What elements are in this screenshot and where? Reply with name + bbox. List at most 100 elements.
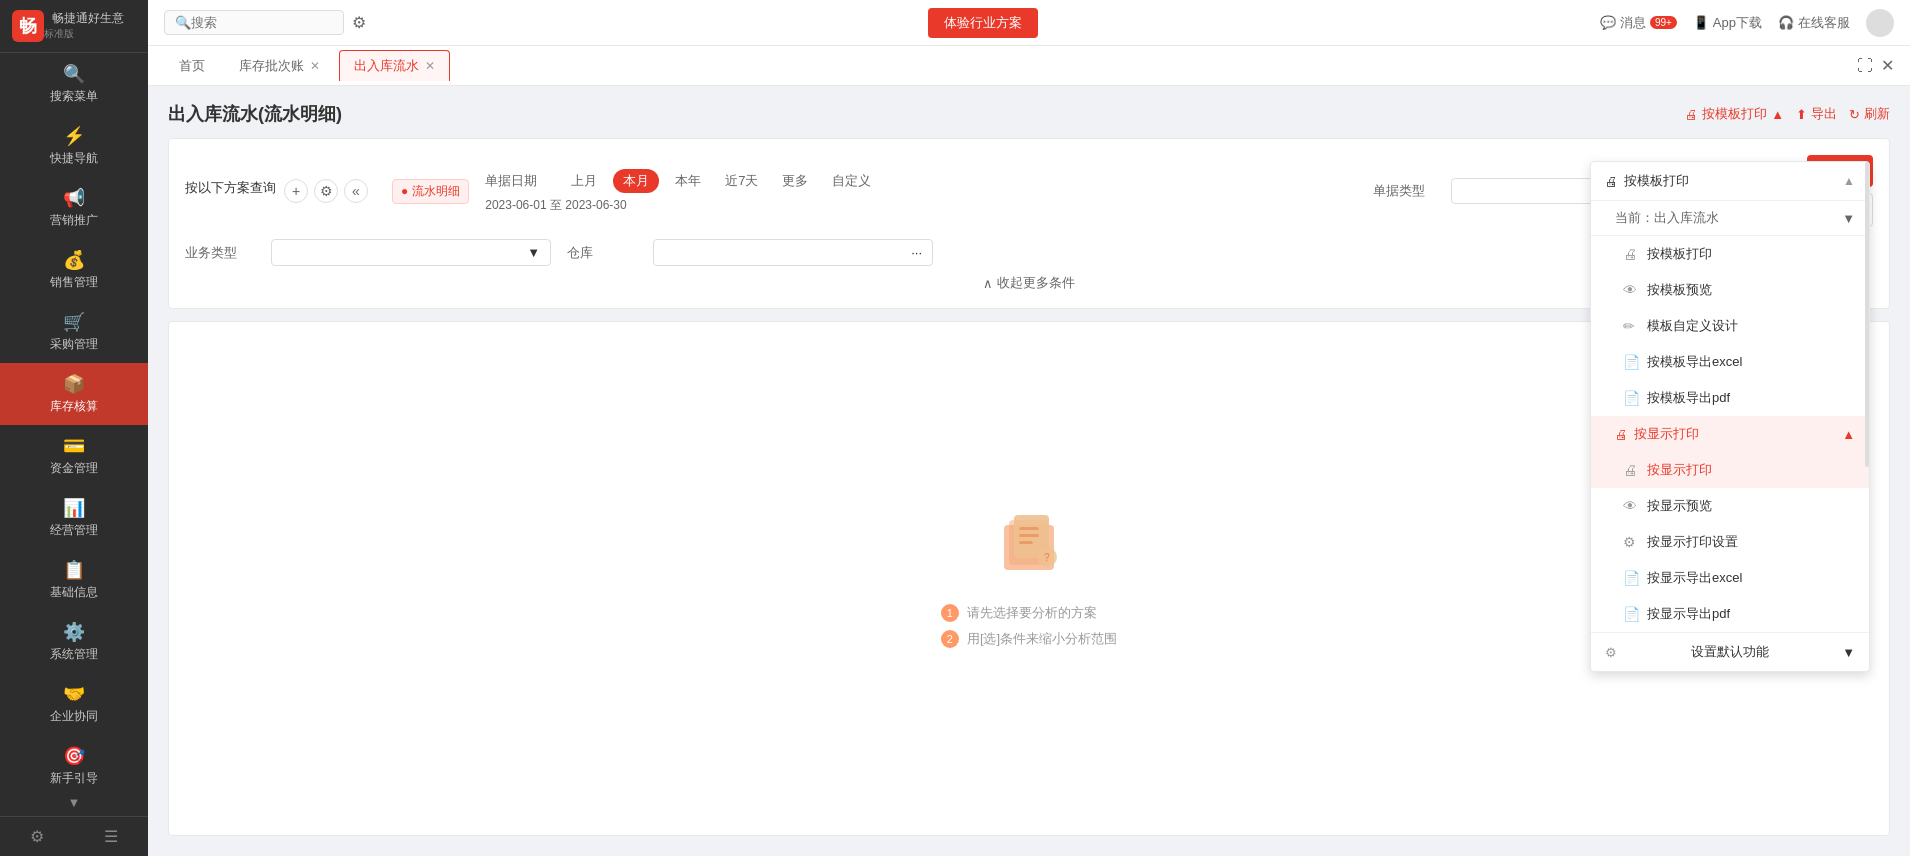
dropdown-footer-label: 设置默认功能 xyxy=(1691,643,1769,661)
tab-batch-label: 库存批次账 xyxy=(239,57,304,75)
dropdown-close-icon[interactable]: ▲ xyxy=(1843,174,1855,188)
add-filter-button[interactable]: + xyxy=(284,179,308,203)
topbar-gear-icon[interactable]: ⚙ xyxy=(352,13,366,32)
display-excel-icon: 📄 xyxy=(1623,570,1639,586)
date-btn-this-year[interactable]: 本年 xyxy=(667,169,709,193)
dropdown-item-template-excel[interactable]: 📄 按模板导出excel xyxy=(1591,344,1869,380)
refresh-button[interactable]: ↻ 刷新 xyxy=(1849,105,1890,123)
business-type-field[interactable]: ▼ xyxy=(271,239,551,266)
export-icon: ⬆ xyxy=(1796,107,1807,122)
tab-flow-close[interactable]: ✕ xyxy=(425,59,435,73)
empty-icon: ? xyxy=(989,505,1069,588)
topbar-search-box[interactable]: 🔍 xyxy=(164,10,344,35)
tab-batch[interactable]: 库存批次账 ✕ xyxy=(224,50,335,82)
sidebar-item-inventory[interactable]: 📦 库存核算 xyxy=(0,363,148,425)
date-btn-custom[interactable]: 自定义 xyxy=(824,169,879,193)
dropdown-item-display-settings[interactable]: ⚙ 按显示打印设置 xyxy=(1591,524,1869,560)
empty-step-2: 2 用[选]条件来缩小分析范围 xyxy=(941,626,1117,652)
dropdown-scrollbar[interactable] xyxy=(1863,162,1869,671)
sidebar-icon-inventory: 📦 xyxy=(63,373,85,395)
print-template-button[interactable]: 🖨 按模板打印 ▲ xyxy=(1685,105,1784,123)
sidebar-item-search[interactable]: 🔍 搜索菜单 xyxy=(0,53,148,115)
sidebar-item-marketing[interactable]: 📢 营销推广 xyxy=(0,177,148,239)
display-settings-label: 按显示打印设置 xyxy=(1647,533,1738,551)
display-preview-label: 按显示预览 xyxy=(1647,497,1712,515)
dropdown-footer[interactable]: ⚙ 设置默认功能 ▼ xyxy=(1591,632,1869,671)
tabs-expand-icon[interactable]: ⛶ xyxy=(1857,57,1873,75)
template-pdf-label: 按模板导出pdf xyxy=(1647,389,1730,407)
dropdown-printer-icon: 🖨 xyxy=(1605,174,1618,189)
tab-home[interactable]: 首页 xyxy=(164,50,220,82)
dropdown-item-display-print[interactable]: 🖨 按显示打印 xyxy=(1591,452,1869,488)
date-btn-this-month[interactable]: 本月 xyxy=(613,169,659,193)
sidebar-item-shortcut[interactable]: ⚡ 快捷导航 xyxy=(0,115,148,177)
footer-settings-icon: ⚙ xyxy=(1605,645,1617,660)
sidebar-scroll-down[interactable]: ▼ xyxy=(0,789,148,816)
export-button[interactable]: ⬆ 导出 xyxy=(1796,105,1837,123)
dropdown-item-template-print[interactable]: 🖨 按模板打印 xyxy=(1591,236,1869,272)
print-template-label: 按模板打印 xyxy=(1702,105,1767,123)
sidebar-item-system[interactable]: ⚙️ 系统管理 xyxy=(0,611,148,673)
dropdown-header: 🖨 按模板打印 ▲ xyxy=(1591,162,1869,201)
date-btn-last7days[interactable]: 近7天 xyxy=(717,169,766,193)
dropdown-item-template-pdf[interactable]: 📄 按模板导出pdf xyxy=(1591,380,1869,416)
messages-button[interactable]: 💬 消息 99+ xyxy=(1600,14,1677,32)
display-section-label: 按显示打印 xyxy=(1634,425,1699,443)
dropdown-item-template-custom[interactable]: ✏ 模板自定义设计 xyxy=(1591,308,1869,344)
filter-settings-button[interactable]: ⚙ xyxy=(314,179,338,203)
template-custom-label: 模板自定义设计 xyxy=(1647,317,1738,335)
sidebar-item-sales[interactable]: 💰 销售管理 xyxy=(0,239,148,301)
template-custom-icon: ✏ xyxy=(1623,318,1639,334)
search-input[interactable] xyxy=(191,15,321,30)
filter-collapse-button[interactable]: « xyxy=(344,179,368,203)
date-btn-last-month[interactable]: 上月 xyxy=(563,169,605,193)
sidebar-settings-icon[interactable]: ⚙ xyxy=(30,827,44,846)
empty-step-1: 1 请先选择要分析的方案 xyxy=(941,600,1117,626)
sidebar-logo: 畅 畅捷通好生意 标准版 xyxy=(0,0,148,53)
headset-icon: 🎧 xyxy=(1778,15,1794,30)
app-download-button[interactable]: 📱 App下载 xyxy=(1693,14,1762,32)
sidebar-menu-icon[interactable]: ☰ xyxy=(104,827,118,846)
footer-arrow-icon: ▼ xyxy=(1842,645,1855,660)
dropdown-item-template-preview[interactable]: 👁 按模板预览 xyxy=(1591,272,1869,308)
tab-batch-close[interactable]: ✕ xyxy=(310,59,320,73)
active-filter-tag[interactable]: ● 流水明细 xyxy=(392,179,469,204)
sidebar-item-finance[interactable]: 💳 资金管理 xyxy=(0,425,148,487)
sidebar-item-purchase[interactable]: 🛒 采购管理 xyxy=(0,301,148,363)
template-excel-label: 按模板导出excel xyxy=(1647,353,1742,371)
date-range-display: 2023-06-01 至 2023-06-30 xyxy=(485,197,879,214)
step1-text: 请先选择要分析的方案 xyxy=(967,600,1097,626)
template-preview-icon: 👁 xyxy=(1623,282,1639,298)
svg-text:?: ? xyxy=(1044,552,1050,563)
sidebar-item-coop[interactable]: 🤝 企业协同 xyxy=(0,673,148,735)
dropdown-current[interactable]: 当前：出入库流水 ▼ xyxy=(1591,201,1869,236)
date-btn-more[interactable]: 更多 xyxy=(774,169,816,193)
dropdown-item-display-preview[interactable]: 👁 按显示预览 xyxy=(1591,488,1869,524)
search-icon: 🔍 xyxy=(175,15,191,30)
app-download-label: App下载 xyxy=(1713,14,1762,32)
warehouse-field[interactable]: ··· xyxy=(653,239,933,266)
tabs-close-all-icon[interactable]: ✕ xyxy=(1881,56,1894,75)
template-preview-label: 按模板预览 xyxy=(1647,281,1712,299)
user-avatar[interactable] xyxy=(1866,9,1894,37)
display-section-icon: 🖨 xyxy=(1615,427,1628,442)
sidebar-item-guide[interactable]: 🎯 新手引导 xyxy=(0,735,148,789)
online-service-button[interactable]: 🎧 在线客服 xyxy=(1778,14,1850,32)
sidebar-item-basic[interactable]: 📋 基础信息 xyxy=(0,549,148,611)
sidebar-icon-coop: 🤝 xyxy=(63,683,85,705)
dropdown-display-section-header[interactable]: 🖨 按显示打印 ▲ xyxy=(1591,416,1869,452)
page-actions: 🖨 按模板打印 ▲ ⬆ 导出 ↻ 刷新 🖨 xyxy=(1685,105,1890,123)
sidebar-icon-sales: 💰 xyxy=(63,249,85,271)
sidebar-label-marketing: 营销推广 xyxy=(50,212,98,229)
sidebar-icon-shortcut: ⚡ xyxy=(63,125,85,147)
sidebar-label-finance: 资金管理 xyxy=(50,460,98,477)
print-dropdown-arrow: ▲ xyxy=(1771,107,1784,122)
industry-solution-button[interactable]: 体验行业方案 xyxy=(928,8,1038,38)
sidebar-item-operations[interactable]: 📊 经营管理 xyxy=(0,487,148,549)
business-type-label: 业务类型 xyxy=(185,244,255,262)
tab-flow-label: 出入库流水 xyxy=(354,57,419,75)
tab-flow[interactable]: 出入库流水 ✕ xyxy=(339,50,450,81)
dropdown-item-display-pdf[interactable]: 📄 按显示导出pdf xyxy=(1591,596,1869,632)
printer-icon: 🖨 xyxy=(1685,107,1698,122)
dropdown-item-display-excel[interactable]: 📄 按显示导出excel xyxy=(1591,560,1869,596)
